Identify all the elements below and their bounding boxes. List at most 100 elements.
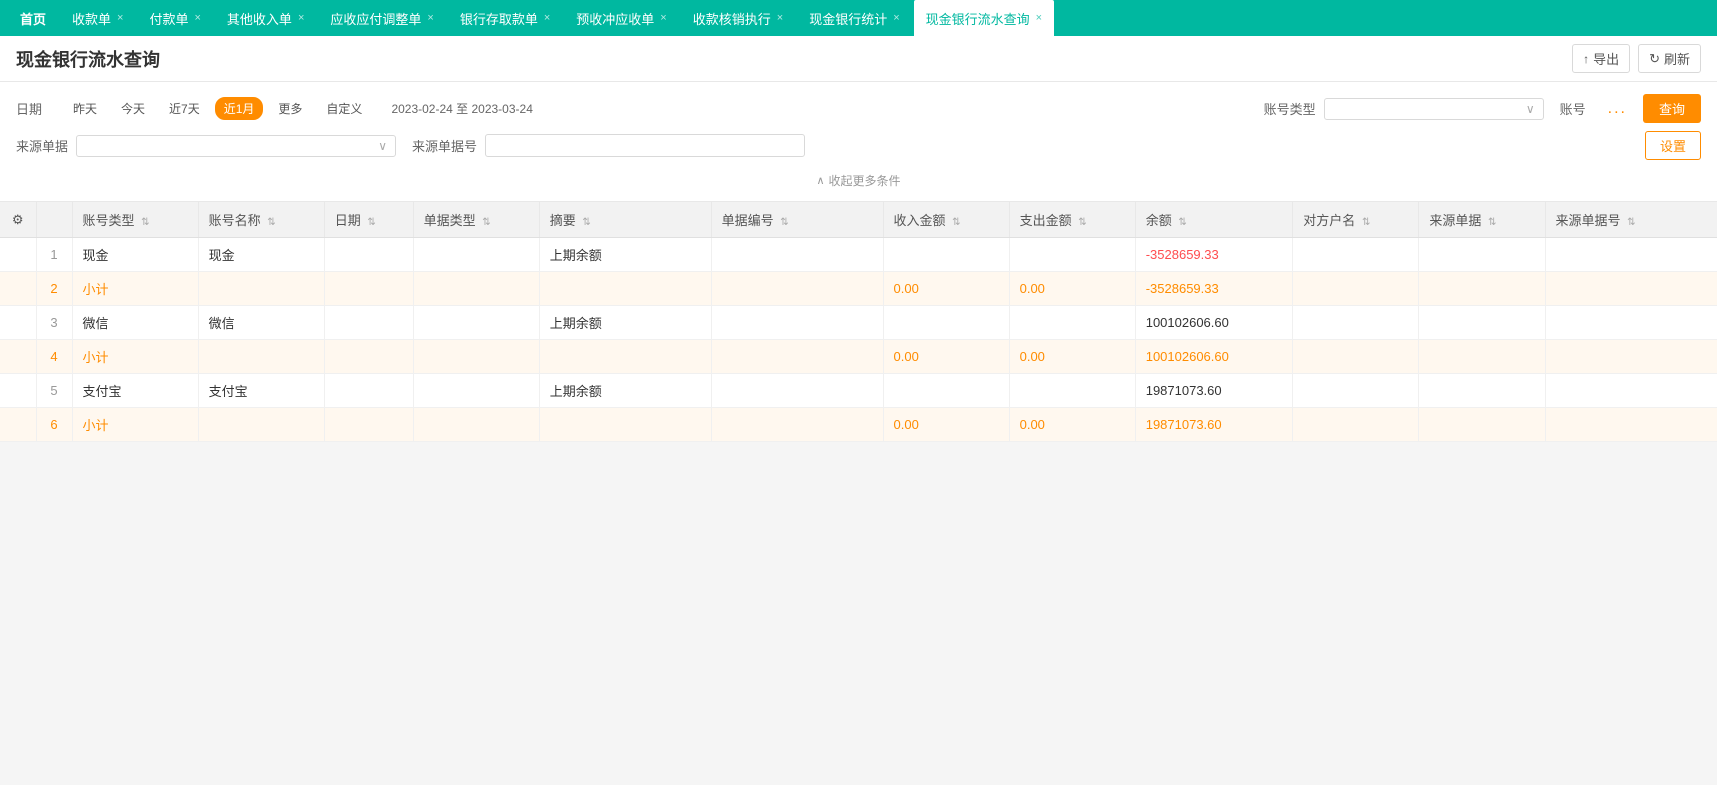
doc-num-cell bbox=[711, 408, 883, 442]
gear-cell bbox=[0, 306, 36, 340]
refresh-label: 刷新 bbox=[1664, 49, 1690, 68]
source-doc-num-cell bbox=[1545, 408, 1717, 442]
collapse-filter-button[interactable]: ∧ 收起更多条件 bbox=[16, 168, 1701, 193]
doc-num-cell bbox=[711, 306, 883, 340]
table-row: 1现金现金上期余额-3528659.33 bbox=[0, 238, 1717, 272]
date-cell bbox=[324, 238, 413, 272]
export-icon: ↑ bbox=[1583, 52, 1589, 66]
col-gear[interactable]: ⚙ bbox=[0, 202, 36, 238]
tab-close-cash-bank-stat[interactable]: × bbox=[893, 12, 899, 24]
counterparty-cell bbox=[1293, 408, 1419, 442]
sort-summary-icon: ⇅ bbox=[582, 217, 590, 228]
date-btn-custom[interactable]: 自定义 bbox=[317, 97, 371, 120]
account-type-cell: 小计 bbox=[72, 340, 198, 374]
nav-tab-cash-bank-stat[interactable]: 现金银行统计× bbox=[797, 0, 911, 36]
date-btn-more[interactable]: 更多 bbox=[269, 97, 311, 120]
source-doc-num-cell bbox=[1545, 340, 1717, 374]
source-doc-select[interactable]: ∨ bbox=[76, 135, 396, 157]
income-cell bbox=[883, 306, 1009, 340]
col-source-doc-num[interactable]: 来源单据号 ⇅ bbox=[1545, 202, 1717, 238]
nav-tab-receipt-verify[interactable]: 收款核销执行× bbox=[681, 0, 795, 36]
source-doc-cell bbox=[1419, 408, 1545, 442]
nav-tab-prepay-offset[interactable]: 预收冲应收单× bbox=[564, 0, 678, 36]
account-type-chevron: ∨ bbox=[1526, 102, 1535, 116]
account-type-filter-group: 账号类型 ∨ bbox=[1264, 98, 1544, 120]
col-source-doc[interactable]: 来源单据 ⇅ bbox=[1419, 202, 1545, 238]
tab-close-cash-bank-flow[interactable]: × bbox=[1036, 12, 1042, 24]
tab-close-ap-adjust[interactable]: × bbox=[427, 12, 433, 24]
sort-date-icon: ⇅ bbox=[367, 217, 375, 228]
source-doc-label: 来源单据 bbox=[16, 136, 68, 155]
col-account-name[interactable]: 账号名称 ⇅ bbox=[198, 202, 324, 238]
tab-close-bank-deposit[interactable]: × bbox=[544, 12, 550, 24]
balance-cell: 19871073.60 bbox=[1135, 374, 1293, 408]
table-row: 2小计0.000.00-3528659.33 bbox=[0, 272, 1717, 306]
doc-type-cell bbox=[413, 238, 539, 272]
export-label: 导出 bbox=[1593, 49, 1619, 68]
nav-tab-bank-deposit[interactable]: 银行存取款单× bbox=[448, 0, 562, 36]
source-doc-cell bbox=[1419, 238, 1545, 272]
account-type-select[interactable]: ∨ bbox=[1324, 98, 1544, 120]
account-ellipsis[interactable]: ... bbox=[1608, 100, 1627, 118]
filter-row-1: 日期 昨天 今天 近7天 近1月 更多 自定义 2023-02-24 至 202… bbox=[16, 94, 1701, 123]
settings-button[interactable]: 设置 bbox=[1645, 131, 1701, 160]
col-date-label: 日期 bbox=[335, 213, 361, 228]
source-doc-num-cell bbox=[1545, 306, 1717, 340]
tab-close-prepay-offset[interactable]: × bbox=[660, 12, 666, 24]
balance-cell: -3528659.33 bbox=[1135, 272, 1293, 306]
col-doc-type-label: 单据类型 bbox=[424, 213, 476, 228]
source-doc-num-input[interactable] bbox=[485, 134, 805, 157]
nav-tab-ap-adjust[interactable]: 应收应付调整单× bbox=[318, 0, 445, 36]
gear-cell bbox=[0, 340, 36, 374]
top-nav: 首页收款单×付款单×其他收入单×应收应付调整单×银行存取款单×预收冲应收单×收款… bbox=[0, 0, 1717, 36]
expense-cell: 0.00 bbox=[1009, 272, 1135, 306]
refresh-button[interactable]: ↻ 刷新 bbox=[1638, 44, 1701, 73]
col-balance-label: 余额 bbox=[1146, 213, 1172, 228]
date-btn-7days[interactable]: 近7天 bbox=[160, 97, 209, 120]
date-options: 昨天 今天 近7天 近1月 更多 自定义 bbox=[64, 97, 371, 120]
table-row: 5支付宝支付宝上期余额19871073.60 bbox=[0, 374, 1717, 408]
row-num: 3 bbox=[36, 306, 72, 340]
col-source-doc-num-label: 来源单据号 bbox=[1556, 213, 1621, 228]
gear-cell bbox=[0, 272, 36, 306]
tab-close-payment[interactable]: × bbox=[194, 12, 200, 24]
col-expense[interactable]: 支出金额 ⇅ bbox=[1009, 202, 1135, 238]
date-btn-yesterday[interactable]: 昨天 bbox=[64, 97, 106, 120]
tab-close-receipt-verify[interactable]: × bbox=[777, 12, 783, 24]
sort-account-type-icon: ⇅ bbox=[141, 217, 149, 228]
tab-close-receipt[interactable]: × bbox=[117, 12, 123, 24]
export-button[interactable]: ↑ 导出 bbox=[1572, 44, 1630, 73]
date-btn-1month[interactable]: 近1月 bbox=[215, 97, 264, 120]
tab-close-other-income[interactable]: × bbox=[298, 12, 304, 24]
sort-source-doc-icon: ⇅ bbox=[1488, 217, 1496, 228]
query-button[interactable]: 查询 bbox=[1643, 94, 1701, 123]
col-balance[interactable]: 余额 ⇅ bbox=[1135, 202, 1293, 238]
date-cell bbox=[324, 408, 413, 442]
account-name-cell bbox=[198, 272, 324, 306]
col-doc-num[interactable]: 单据编号 ⇅ bbox=[711, 202, 883, 238]
account-type-label: 账号类型 bbox=[1264, 99, 1316, 118]
nav-tab-receipt[interactable]: 收款单× bbox=[60, 0, 135, 36]
nav-tab-home[interactable]: 首页 bbox=[8, 0, 58, 36]
col-counterparty[interactable]: 对方户名 ⇅ bbox=[1293, 202, 1419, 238]
source-doc-cell bbox=[1419, 374, 1545, 408]
page-header: 现金银行流水查询 ↑ 导出 ↻ 刷新 bbox=[0, 36, 1717, 82]
source-doc-chevron: ∨ bbox=[378, 139, 387, 153]
col-summary[interactable]: 摘要 ⇅ bbox=[539, 202, 711, 238]
date-btn-today[interactable]: 今天 bbox=[112, 97, 154, 120]
nav-tab-payment[interactable]: 付款单× bbox=[137, 0, 212, 36]
gear-icon: ⚙ bbox=[12, 212, 24, 227]
col-account-type[interactable]: 账号类型 ⇅ bbox=[72, 202, 198, 238]
sort-income-icon: ⇅ bbox=[952, 217, 960, 228]
income-cell bbox=[883, 238, 1009, 272]
col-date[interactable]: 日期 ⇅ bbox=[324, 202, 413, 238]
table-row: 3微信微信上期余额100102606.60 bbox=[0, 306, 1717, 340]
balance-cell: 19871073.60 bbox=[1135, 408, 1293, 442]
col-doc-type[interactable]: 单据类型 ⇅ bbox=[413, 202, 539, 238]
nav-tab-other-income[interactable]: 其他收入单× bbox=[215, 0, 316, 36]
collapse-up-icon: ∧ bbox=[816, 174, 824, 187]
source-doc-cell bbox=[1419, 340, 1545, 374]
nav-tab-cash-bank-flow[interactable]: 现金银行流水查询× bbox=[914, 0, 1054, 36]
source-doc-num-cell bbox=[1545, 238, 1717, 272]
col-income[interactable]: 收入金额 ⇅ bbox=[883, 202, 1009, 238]
